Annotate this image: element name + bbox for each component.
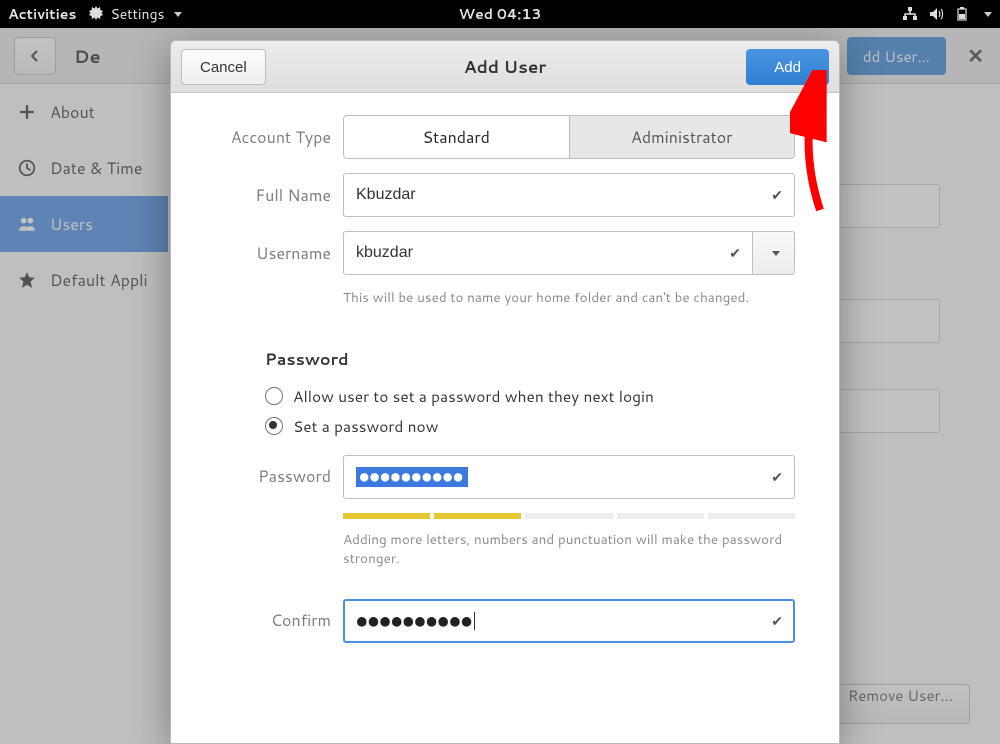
username-suggestions-dropdown[interactable] (753, 231, 795, 275)
battery-icon (954, 6, 970, 22)
chevron-down-icon (174, 12, 182, 17)
password-masked-value: ●●●●●●●●●● (356, 467, 468, 487)
radio-icon (265, 417, 283, 435)
volume-icon (928, 6, 944, 22)
username-help-text: This will be used to name your home fold… (343, 289, 795, 308)
radio-next-login[interactable]: Allow user to set a password when they n… (265, 385, 795, 407)
account-type-toggle[interactable]: Standard Administrator (343, 115, 795, 159)
password-section-heading: Password (265, 348, 795, 371)
gnome-top-panel: Activities Settings Wed 04:13 (0, 0, 1000, 28)
username-input[interactable] (343, 231, 753, 275)
account-type-standard[interactable]: Standard (344, 116, 570, 158)
settings-app-icon (88, 6, 104, 22)
chevron-down-icon (772, 251, 780, 256)
app-menu[interactable]: Settings (88, 4, 182, 24)
add-user-dialog: Cancel Add User Add Account Type Standar… (170, 40, 840, 744)
password-strength-meter (343, 513, 795, 519)
activities-button[interactable]: Activities (8, 4, 76, 24)
add-button[interactable]: Add (746, 49, 829, 85)
password-input[interactable]: ●●●●●●●●●● (343, 455, 795, 499)
radio-icon (265, 387, 283, 405)
check-icon: ✔ (729, 243, 741, 263)
label-full-name: Full Name (215, 184, 343, 207)
cancel-button[interactable]: Cancel (181, 49, 266, 85)
label-password: Password (215, 465, 343, 488)
chevron-down-icon (984, 12, 992, 17)
confirm-password-input[interactable]: ●●●●●●●●●● (343, 599, 795, 643)
confirm-masked-value: ●●●●●●●●●● (357, 611, 473, 630)
network-icon (902, 6, 918, 22)
label-account-type: Account Type (215, 126, 343, 149)
label-username: Username (215, 242, 343, 265)
dialog-headerbar: Cancel Add User Add (171, 41, 839, 93)
text-cursor (474, 612, 475, 630)
account-type-administrator[interactable]: Administrator (570, 116, 795, 158)
label-confirm: Confirm (215, 609, 343, 632)
check-icon: ✔ (771, 611, 783, 631)
radio-label: Allow user to set a password when they n… (293, 385, 654, 407)
password-strength-help: Adding more letters, numbers and punctua… (343, 531, 795, 569)
dialog-title: Add User (464, 55, 547, 79)
full-name-input[interactable] (343, 173, 795, 217)
radio-set-now[interactable]: Set a password now (265, 415, 795, 437)
check-icon: ✔ (771, 467, 783, 487)
check-icon: ✔ (771, 185, 783, 205)
radio-label: Set a password now (293, 415, 438, 437)
system-status-area[interactable] (902, 6, 992, 22)
